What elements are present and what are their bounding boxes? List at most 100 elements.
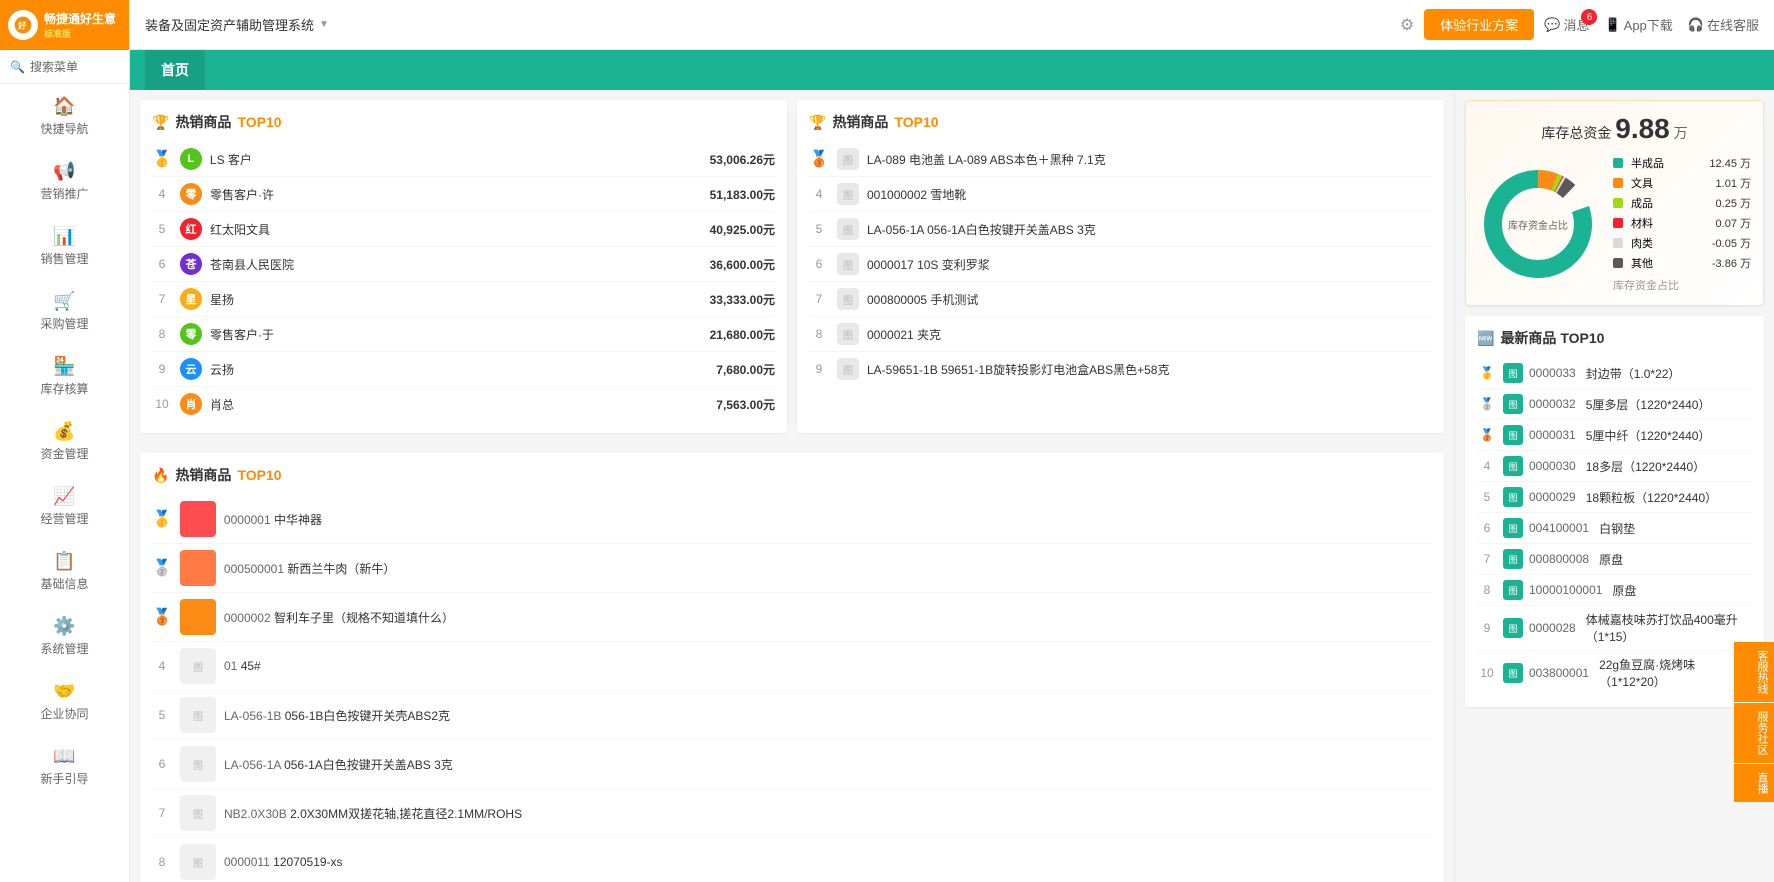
hot-img-placeholder: 图: [180, 648, 216, 684]
latest-products-title: 🆕 最新商品 TOP10: [1477, 328, 1752, 348]
sidebar-item-marketing[interactable]: 📢 营销推广: [0, 149, 129, 214]
legend-color-icon: [1613, 258, 1623, 268]
top-products-right-list: 🥉 图 LA-089 电池盖 LA-089 ABS本色＋黑种 7.1克 4 图 …: [809, 142, 1432, 386]
list-item: 10 肖 肖总 7,563.00元: [152, 387, 775, 421]
sidebar-item-guide[interactable]: 📖 新手引导: [0, 734, 129, 799]
latest-item: 🥉 图 0000031 5厘中纤（1220*2440）: [1477, 420, 1752, 451]
home-icon: 🏠: [53, 96, 75, 117]
top-products-right-title: 🏆 热销商品 TOP10: [809, 112, 1432, 132]
float-customer-service-btn[interactable]: 客服热线: [1734, 642, 1774, 702]
chevron-down-icon: ▼: [319, 19, 329, 30]
list-item: 8 零 零售客户·于 21,680.00元: [152, 317, 775, 352]
product-img-placeholder: 图: [837, 148, 859, 170]
latest-img: 图: [1503, 363, 1523, 383]
legend-item: 文具 1.01 万: [1613, 175, 1751, 191]
donut-chart-svg: 库存资金占比: [1478, 164, 1598, 284]
sidebar-item-sales[interactable]: 📊 销售管理: [0, 214, 129, 279]
silver-medal-icon: 🥈: [152, 558, 172, 578]
hot-item: 7 图 NB2.0X30B 2.0X30MM双搓花轴,搓花直径2.1MM/ROH…: [152, 789, 1432, 838]
sidebar-item-system[interactable]: ⚙️ 系统管理: [0, 604, 129, 669]
list-item: 6 苍 苍南县人民医院 36,600.00元: [152, 247, 775, 282]
list-item: 7 图 000800005 手机测试: [809, 282, 1432, 317]
hot-img: [180, 599, 216, 635]
latest-products-list: 🥇 图 0000033 封边带（1.0*22） 🥈 图 0000032 5厘多层…: [1477, 358, 1752, 695]
product-img-placeholder: 图: [837, 253, 859, 275]
hot-img: [180, 550, 216, 586]
book-icon: 📖: [53, 746, 75, 767]
legend-item: 材料 0.07 万: [1613, 215, 1751, 231]
trending-icon: 📈: [53, 486, 75, 507]
latest-products-card: 🆕 最新商品 TOP10 🥇 图 0000033 封边带（1.0*22） 🥈 图: [1465, 316, 1764, 707]
product-img-placeholder: 图: [837, 358, 859, 380]
app-download-action[interactable]: 📱 App下载: [1604, 15, 1672, 34]
sidebar-item-inventory[interactable]: 🏪 库存核算: [0, 344, 129, 409]
list-item: 5 图 LA-056-1A 056-1A白色按键开关盖ABS 3克: [809, 212, 1432, 247]
customer-badge: 肖: [180, 393, 202, 415]
message-action[interactable]: 💬 消息 6: [1544, 15, 1589, 34]
hot-item: 6 图 LA-056-1A 056-1A白色按键开关盖ABS 3克: [152, 740, 1432, 789]
list-item: 6 图 0000017 10S 变利罗浆: [809, 247, 1432, 282]
search-icon: 🔍: [10, 60, 25, 74]
floating-buttons: 客服热线 服务社区 直播: [1734, 642, 1774, 802]
latest-img: 图: [1503, 549, 1523, 569]
sidebar-item-quick-nav[interactable]: 🏠 快捷导航: [0, 84, 129, 149]
legend-color-icon: [1613, 178, 1623, 188]
logo-text: 畅捷通好生意 标准版: [44, 10, 116, 40]
hot-products-section: 🔥 热销商品 TOP10 🥇 0000001 中华神器: [130, 443, 1454, 882]
search-menu-item[interactable]: 🔍 搜索菜单: [0, 50, 129, 84]
sidebar-item-purchase[interactable]: 🛒 采购管理: [0, 279, 129, 344]
tab-home[interactable]: 首页: [145, 50, 205, 90]
bronze-medal-icon: 🥉: [809, 149, 829, 169]
inventory-legend: 半成品 12.45 万 文具 1.01 万: [1613, 155, 1751, 293]
settings-icon: ⚙️: [53, 616, 75, 637]
money-icon: 💰: [53, 421, 75, 442]
latest-img: 图: [1503, 618, 1523, 638]
float-live-btn[interactable]: 直播: [1734, 764, 1774, 802]
new-icon: 🆕: [1477, 330, 1494, 347]
latest-img: 图: [1503, 580, 1523, 600]
legend-item: 肉类 -0.05 万: [1613, 235, 1751, 251]
legend-color-icon: [1613, 238, 1623, 248]
list-item: 5 红 红太阳文具 40,925.00元: [152, 212, 775, 247]
trial-button[interactable]: 体验行业方案: [1424, 9, 1534, 40]
latest-item: 5 图 0000029 18颗粒板（1220*2440）: [1477, 482, 1752, 513]
svg-text:好: 好: [17, 20, 27, 30]
donut-chart-area: 库存资金占比 半成品 12.45 万: [1478, 155, 1751, 293]
list-item: 9 云 云扬 7,680.00元: [152, 352, 775, 387]
product-img-placeholder: 图: [837, 183, 859, 205]
hot-item: 8 图 0000011 12070519-xs: [152, 838, 1432, 882]
sidebar-item-basic-info[interactable]: 📋 基础信息: [0, 539, 129, 604]
hot-products-title: 🔥 热销商品 TOP10: [152, 465, 1432, 485]
sidebar-item-enterprise[interactable]: 🤝 企业协同: [0, 669, 129, 734]
sidebar-item-finance[interactable]: 💰 资金管理: [0, 409, 129, 474]
settings-gear-icon[interactable]: ⚙: [1400, 15, 1414, 35]
legend-item: 成品 0.25 万: [1613, 195, 1751, 211]
sidebar-logo: 好 畅捷通好生意 标准版: [0, 0, 129, 50]
product-img-placeholder: 图: [837, 288, 859, 310]
gold-medal-icon: 🥇: [152, 509, 172, 529]
latest-img: 图: [1503, 518, 1523, 538]
bronze-medal-icon: 🥉: [152, 607, 172, 627]
tabbar: 首页: [130, 50, 1774, 90]
hot-img-placeholder: 图: [180, 697, 216, 733]
right-panel: 库存总资金 9.88 万 库存资金占比: [1454, 90, 1774, 882]
latest-item: 🥈 图 0000032 5厘多层（1220*2440）: [1477, 389, 1752, 420]
clipboard-icon: 📋: [53, 551, 75, 572]
sidebar-item-operations[interactable]: 📈 经营管理: [0, 474, 129, 539]
hot-img-placeholder: 图: [180, 844, 216, 880]
main-area: 装备及固定资产辅助管理系统 ▼ ⚙ 体验行业方案 💬 消息 6 📱 App下载 …: [130, 0, 1774, 882]
top-customers-card: 🏆 热销商品 TOP10 🥇 L LS 客户 53,006.26元: [140, 100, 787, 433]
latest-item: 4 图 0000030 18多层（1220*2440）: [1477, 451, 1752, 482]
inventory-card: 库存总资金 9.88 万 库存资金占比: [1465, 100, 1764, 306]
list-item: 4 零 零售客户·许 51,183.00元: [152, 177, 775, 212]
store-icon: 🏪: [53, 356, 75, 377]
inventory-subtitle: 库存资金占比: [1613, 277, 1751, 293]
system-name: 装备及固定资产辅助管理系统 ▼: [145, 15, 1390, 34]
topbar: 装备及固定资产辅助管理系统 ▼ ⚙ 体验行业方案 💬 消息 6 📱 App下载 …: [130, 0, 1774, 50]
latest-item: 8 图 10000100001 原盘: [1477, 575, 1752, 606]
float-community-btn[interactable]: 服务社区: [1734, 703, 1774, 763]
online-service-action[interactable]: 🎧 在线客服: [1688, 15, 1759, 34]
top-customers-title: 🏆 热销商品 TOP10: [152, 112, 775, 132]
logo-icon: 好: [8, 10, 38, 40]
product-img-placeholder: 图: [837, 218, 859, 240]
